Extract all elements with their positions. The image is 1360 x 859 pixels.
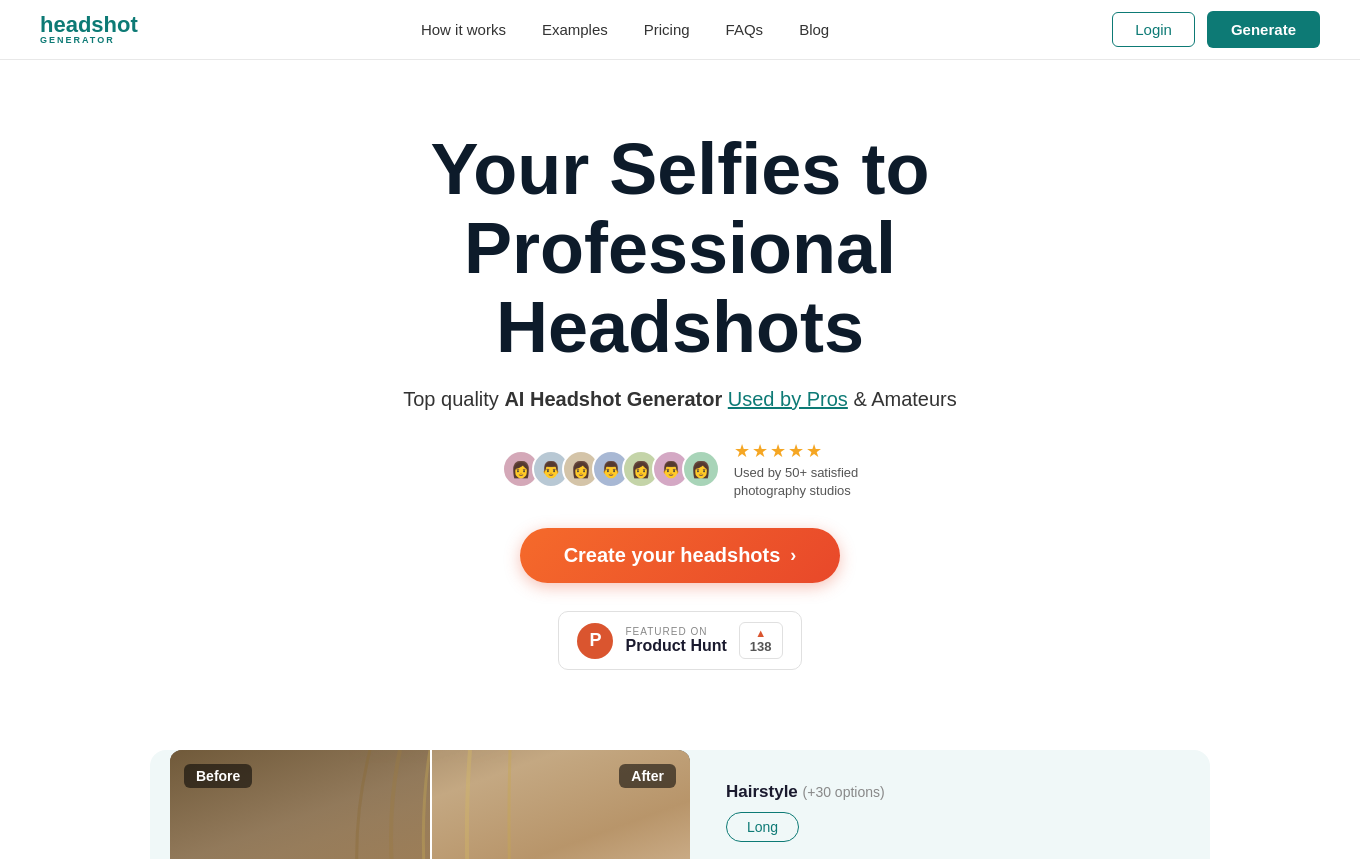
logo-bottom: GENERATOR — [40, 36, 138, 45]
nav-links: How it works Examples Pricing FAQs Blog — [421, 21, 829, 38]
hairstyle-tag[interactable]: Long — [726, 812, 799, 842]
nav-actions: Login Generate — [1112, 11, 1320, 48]
social-text: ★★★★★ Used by 50+ satisfied photography … — [734, 439, 859, 501]
social-proof-line2: photography studios — [734, 482, 859, 500]
ph-featured-label: FEATURED ON — [625, 626, 726, 637]
cta-button[interactable]: Create your headshots › — [520, 528, 841, 583]
ph-upvote-arrow: ▲ — [755, 627, 766, 639]
nav-faqs[interactable]: FAQs — [726, 21, 764, 38]
hero-headline: Your Selfies to Professional Headshots — [230, 130, 1130, 368]
ph-upvote-count: 138 — [750, 639, 772, 654]
before-label: Before — [184, 764, 252, 788]
nav-pricing[interactable]: Pricing — [644, 21, 690, 38]
ph-name: Product Hunt — [625, 637, 726, 655]
avatar-group: 👩 👨 👩 👨 👩 👨 👩 — [502, 450, 720, 488]
nav-examples[interactable]: Examples — [542, 21, 608, 38]
hero-section: Your Selfies to Professional Headshots T… — [0, 60, 1360, 750]
generate-button[interactable]: Generate — [1207, 11, 1320, 48]
hairstyle-option: Hairstyle (+30 options) Long — [726, 782, 1154, 842]
logo[interactable]: headshot GENERATOR — [40, 14, 138, 45]
ph-icon: P — [577, 623, 613, 659]
nav-blog[interactable]: Blog — [799, 21, 829, 38]
options-panel: Hairstyle (+30 options) Long Hair color … — [690, 750, 1190, 859]
social-proof-line1: Used by 50+ satisfied — [734, 464, 859, 482]
ph-text: FEATURED ON Product Hunt — [625, 626, 726, 655]
avatar: 👩 — [682, 450, 720, 488]
logo-top: headshot — [40, 14, 138, 36]
hairstyle-label: Hairstyle (+30 options) — [726, 782, 1154, 802]
demo-section: Before After ⟨ ⟩ Hairstyle (+30 options)… — [150, 750, 1210, 859]
nav-how-it-works[interactable]: How it works — [421, 21, 506, 38]
slider-divider — [430, 750, 432, 859]
social-proof: 👩 👨 👩 👨 👩 👨 👩 ★★★★★ Used by 50+ satisfie… — [20, 439, 1340, 501]
ph-upvote[interactable]: ▲ 138 — [739, 622, 783, 659]
product-hunt-badge[interactable]: P FEATURED ON Product Hunt ▲ 138 — [558, 611, 801, 670]
cta-label: Create your headshots — [564, 544, 781, 567]
login-button[interactable]: Login — [1112, 12, 1195, 47]
after-label: After — [619, 764, 676, 788]
hero-subtitle: Top quality AI Headshot Generator Used b… — [20, 388, 1340, 411]
cta-arrow-icon: › — [790, 545, 796, 566]
navbar: headshot GENERATOR How it works Examples… — [0, 0, 1360, 60]
star-rating: ★★★★★ — [734, 439, 859, 464]
before-after-slider[interactable]: Before After ⟨ ⟩ — [170, 750, 690, 859]
